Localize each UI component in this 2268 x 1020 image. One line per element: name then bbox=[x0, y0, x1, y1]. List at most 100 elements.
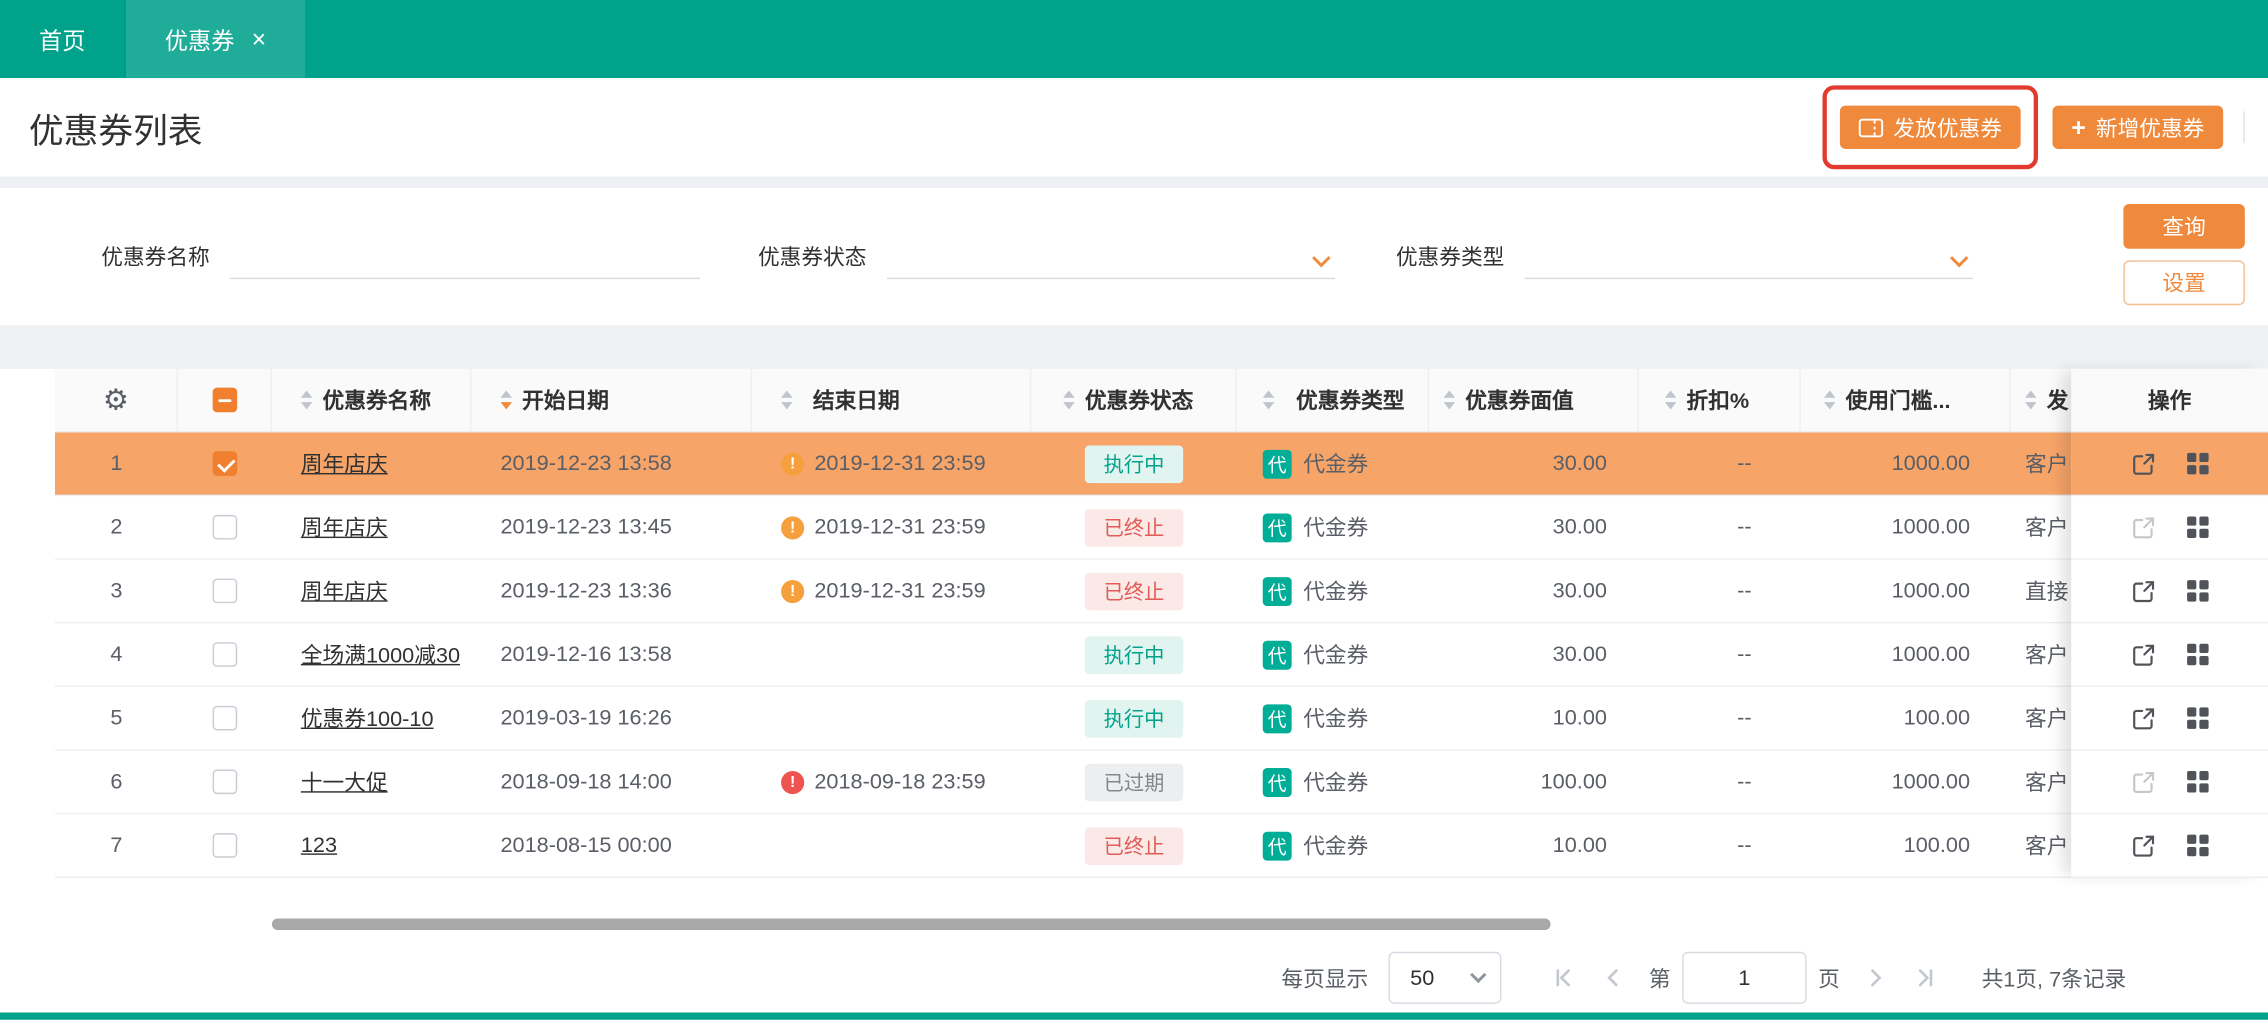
row-checkbox[interactable] bbox=[212, 769, 238, 795]
coupon-table: ⚙ 优惠券名称 开始日期 结束日期 优惠券状态 优惠券类型 优惠券面值 折扣% … bbox=[0, 368, 2268, 1013]
table-row[interactable]: 7 123 2018-08-15 00:00 已终止 代代金券 10.00 --… bbox=[54, 814, 2185, 878]
open-share-icon[interactable] bbox=[2130, 451, 2156, 477]
sort-icon[interactable] bbox=[1823, 390, 1836, 410]
row-checkbox[interactable] bbox=[212, 514, 238, 540]
chevron-down-icon bbox=[1950, 248, 1969, 267]
row-index: 1 bbox=[110, 451, 123, 476]
title-bar: 优惠券列表 发放优惠券 + 新增优惠券 bbox=[0, 78, 2268, 177]
settings-button[interactable]: 设置 bbox=[2123, 260, 2245, 306]
table-row[interactable]: 3 周年店庆 2019-12-23 13:36 2019-12-31 23:59… bbox=[54, 559, 2185, 624]
row-index: 6 bbox=[110, 769, 123, 795]
coupon-name-link[interactable]: 优惠券100-10 bbox=[301, 703, 434, 733]
end-date: 2018-09-18 23:59 bbox=[814, 769, 986, 795]
sort-icon[interactable] bbox=[1262, 390, 1275, 410]
table-row[interactable]: 4 全场满1000减30 2019-12-16 13:58 执行中 代代金券 3… bbox=[54, 623, 2185, 688]
sort-icon[interactable] bbox=[1664, 390, 1677, 410]
close-icon[interactable]: × bbox=[252, 27, 266, 52]
table-row[interactable]: 5 优惠券100-10 2019-03-19 16:26 执行中 代代金券 10… bbox=[54, 687, 2185, 751]
start-date: 2018-08-15 00:00 bbox=[500, 833, 672, 858]
next-page-button[interactable] bbox=[1857, 959, 1895, 997]
select-all-checkbox[interactable] bbox=[211, 387, 237, 413]
coupon-name-link[interactable]: 周年店庆 bbox=[301, 576, 388, 606]
table-row[interactable]: 6 十一大促 2018-09-18 14:00 2018-09-18 23:59… bbox=[54, 750, 2185, 815]
end-date bbox=[752, 814, 1031, 876]
sort-icon[interactable] bbox=[1443, 390, 1456, 410]
grid-menu-icon[interactable] bbox=[2185, 706, 2210, 731]
open-share-icon[interactable] bbox=[2130, 705, 2156, 731]
page-suffix-label: 页 bbox=[1818, 966, 1840, 992]
coupon-name-link[interactable]: 123 bbox=[301, 833, 337, 858]
sort-icon[interactable] bbox=[2025, 390, 2037, 410]
horizontal-scrollbar[interactable] bbox=[271, 918, 1551, 931]
grid-menu-icon[interactable] bbox=[2185, 770, 2210, 795]
open-share-icon[interactable] bbox=[2130, 578, 2156, 604]
tab-coupon[interactable]: 优惠券 × bbox=[125, 0, 306, 79]
table-row[interactable]: 1 周年店庆 2019-12-23 13:58 2019-12-31 23:59… bbox=[54, 432, 2185, 497]
page-number-input[interactable] bbox=[1682, 951, 1807, 1004]
grid-menu-icon[interactable] bbox=[2185, 515, 2210, 540]
status-badge: 已终止 bbox=[1084, 572, 1184, 610]
add-coupon-button[interactable]: + 新增优惠券 bbox=[2052, 105, 2224, 149]
row-checkbox[interactable] bbox=[212, 833, 238, 858]
sort-icon[interactable] bbox=[1063, 390, 1075, 410]
start-date: 2019-03-19 16:26 bbox=[500, 705, 672, 731]
issue-coupon-button[interactable]: 发放优惠券 bbox=[1839, 105, 2021, 149]
start-date: 2019-12-23 13:58 bbox=[500, 451, 672, 476]
open-share-icon[interactable] bbox=[2130, 769, 2156, 795]
ticket-icon bbox=[1858, 117, 1884, 137]
row-actions bbox=[2071, 432, 2268, 497]
grid-menu-icon[interactable] bbox=[2185, 451, 2210, 476]
actions-column: 操作 bbox=[2071, 368, 2268, 878]
coupon-name-link[interactable]: 周年店庆 bbox=[301, 448, 388, 478]
last-page-button[interactable] bbox=[1906, 959, 1944, 997]
sort-icon[interactable] bbox=[500, 390, 513, 410]
table-row[interactable]: 2 周年店庆 2019-12-23 13:45 2019-12-31 23:59… bbox=[54, 496, 2185, 560]
grid-menu-icon[interactable] bbox=[2185, 579, 2210, 604]
col-header-start: 开始日期 bbox=[522, 389, 609, 414]
open-share-icon[interactable] bbox=[2130, 641, 2156, 667]
row-checkbox[interactable] bbox=[212, 642, 238, 667]
coupon-name-link[interactable]: 周年店庆 bbox=[301, 512, 388, 542]
row-checkbox[interactable] bbox=[212, 451, 238, 476]
app-window: 首页 优惠券 × 优惠券列表 发放优惠券 + 新增优惠券 优惠券名称 优惠券状态… bbox=[0, 0, 2268, 1020]
open-share-icon[interactable] bbox=[2130, 514, 2156, 540]
gear-icon[interactable]: ⚙ bbox=[103, 385, 129, 414]
pagination-bar: 每页显示 50 第 页 共1页, 7条记录 bbox=[0, 945, 2268, 1012]
coupon-name-field[interactable] bbox=[230, 235, 701, 279]
first-page-button[interactable] bbox=[1545, 959, 1583, 997]
discount: -- bbox=[1737, 451, 1752, 476]
prev-page-button[interactable] bbox=[1594, 959, 1632, 997]
row-index: 4 bbox=[110, 642, 123, 667]
per-page-select[interactable]: 50 bbox=[1388, 951, 1502, 1004]
face-value: 10.00 bbox=[1552, 705, 1607, 731]
type-name: 代金券 bbox=[1303, 452, 1369, 478]
table-header-row: ⚙ 优惠券名称 开始日期 结束日期 优惠券状态 优惠券类型 优惠券面值 折扣% … bbox=[54, 368, 2185, 433]
col-header-value: 优惠券面值 bbox=[1465, 389, 1574, 414]
coupon-name-link[interactable]: 十一大促 bbox=[301, 767, 388, 797]
grid-menu-icon[interactable] bbox=[2185, 833, 2210, 858]
discount: -- bbox=[1737, 833, 1752, 858]
col-header-issue: 发 bbox=[2046, 389, 2069, 414]
issue-coupon-label: 发放优惠券 bbox=[1893, 116, 2002, 142]
coupon-status-select[interactable] bbox=[886, 235, 1336, 279]
col-header-actions: 操作 bbox=[2071, 368, 2268, 433]
row-checkbox[interactable] bbox=[212, 705, 238, 731]
chevron-down-icon bbox=[1312, 248, 1331, 267]
query-button[interactable]: 查询 bbox=[2123, 203, 2245, 249]
sort-icon[interactable] bbox=[300, 390, 313, 410]
coupon-type-select[interactable] bbox=[1524, 235, 1973, 279]
coupon-name-input[interactable] bbox=[230, 239, 701, 264]
open-share-icon[interactable] bbox=[2130, 832, 2156, 858]
discount: -- bbox=[1737, 769, 1752, 795]
end-date: 2019-12-31 23:59 bbox=[814, 578, 986, 604]
title-actions: 发放优惠券 + 新增优惠券 bbox=[1822, 85, 2245, 170]
end-date bbox=[752, 623, 1031, 685]
row-checkbox[interactable] bbox=[212, 578, 238, 604]
coupon-name-link[interactable]: 全场满1000减30 bbox=[301, 639, 460, 669]
sort-icon[interactable] bbox=[781, 390, 793, 410]
col-header-status: 优惠券状态 bbox=[1084, 389, 1194, 414]
grid-menu-icon[interactable] bbox=[2185, 642, 2210, 667]
tab-home[interactable]: 首页 bbox=[0, 0, 126, 79]
